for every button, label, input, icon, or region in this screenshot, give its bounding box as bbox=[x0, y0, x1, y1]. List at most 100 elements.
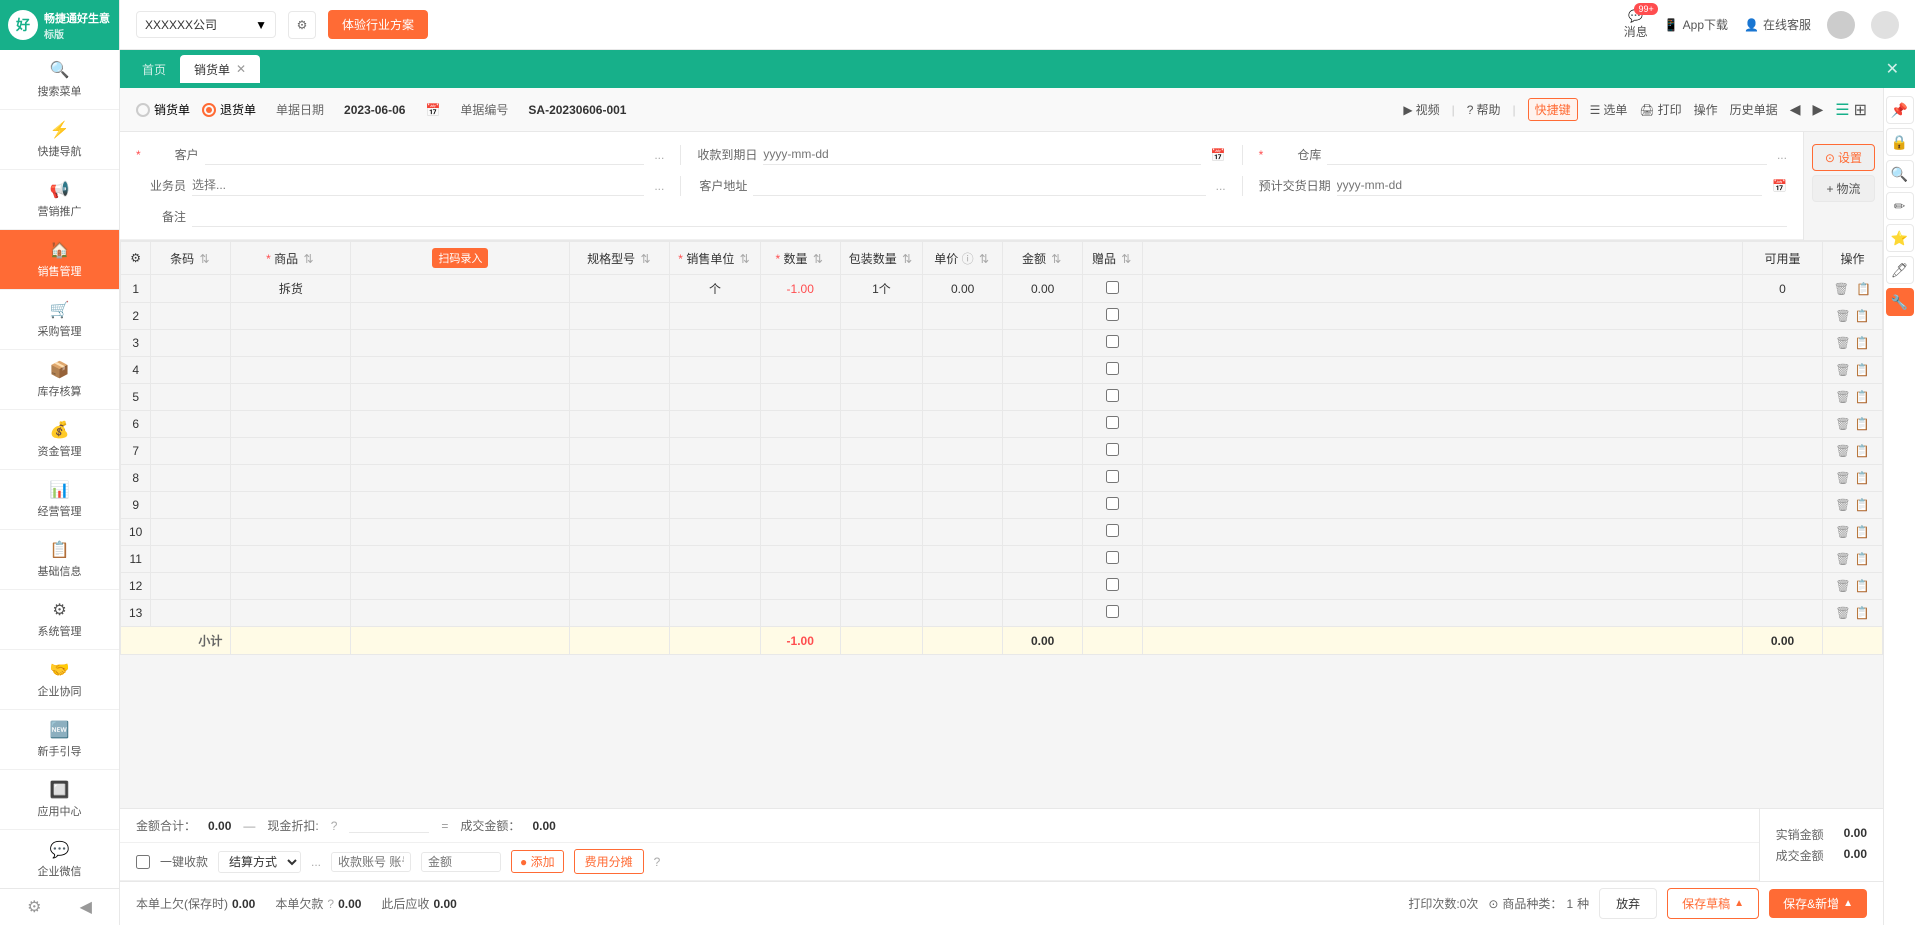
float-btn-search[interactable]: 🔍 bbox=[1886, 160, 1914, 188]
th-settings[interactable]: ⚙ bbox=[121, 242, 151, 275]
sidebar-item-system[interactable]: ⚙ 系统管理 bbox=[0, 590, 119, 650]
addr-dots[interactable]: ... bbox=[1216, 179, 1226, 193]
salesperson-input[interactable] bbox=[192, 175, 644, 196]
sidebar-item-finance[interactable]: 💰 资金管理 bbox=[0, 410, 119, 470]
payment-account-input[interactable] bbox=[331, 852, 411, 872]
float-btn-star[interactable]: ⭐ bbox=[1886, 224, 1914, 252]
sidebar-item-quick-nav[interactable]: ⚡ 快捷导航 bbox=[0, 110, 119, 170]
float-btn-tool[interactable]: 🔧 bbox=[1886, 288, 1914, 316]
delete-icon[interactable]: 🗑 bbox=[1835, 471, 1850, 485]
row-spec[interactable] bbox=[570, 275, 670, 303]
gift-checkbox[interactable] bbox=[1106, 551, 1119, 564]
save-new-btn[interactable]: 保存&新增 ▲ bbox=[1769, 889, 1867, 918]
copy-icon[interactable]: 📋 bbox=[1855, 525, 1870, 539]
next-arrow[interactable]: ▶ bbox=[1812, 101, 1823, 118]
salesperson-dots[interactable]: ... bbox=[654, 179, 664, 193]
delete-icon[interactable]: 🗑 bbox=[1835, 390, 1850, 404]
video-btn[interactable]: ▶ 视频 bbox=[1403, 101, 1439, 118]
window-close-btn[interactable]: ✕ bbox=[1878, 55, 1907, 83]
delete-icon[interactable]: 🗑 bbox=[1835, 525, 1850, 539]
warehouse-input[interactable]: 建材仓 bbox=[1327, 144, 1767, 165]
app-download-btn[interactable]: 📱 App下载 bbox=[1664, 16, 1728, 33]
copy-icon[interactable]: 📋 bbox=[1855, 552, 1870, 566]
settings-btn[interactable]: ⊙ 设置 bbox=[1812, 144, 1875, 171]
gift-checkbox[interactable] bbox=[1106, 524, 1119, 537]
gift-checkbox[interactable] bbox=[1106, 416, 1119, 429]
row-barcode[interactable] bbox=[151, 275, 231, 303]
sidebar-collapse-btn[interactable]: ◀ bbox=[80, 897, 92, 917]
payment-method-select[interactable]: 结算方式 bbox=[218, 851, 301, 873]
float-btn-lock[interactable]: 🔒 bbox=[1886, 128, 1914, 156]
user-avatar[interactable] bbox=[1827, 11, 1855, 39]
delete-icon[interactable]: 🗑 bbox=[1835, 606, 1850, 620]
delete-icon[interactable]: 🗑 bbox=[1835, 336, 1850, 350]
row-qty[interactable]: -1.00 bbox=[760, 275, 840, 303]
sidebar-item-search[interactable]: 🔍 搜索菜单 bbox=[0, 50, 119, 110]
user-avatar-2[interactable] bbox=[1871, 11, 1899, 39]
sort-spec[interactable]: ⇅ bbox=[640, 252, 650, 266]
goods-type[interactable]: ⊙ 商品种类： 1 种 bbox=[1488, 895, 1589, 912]
sort-barcode[interactable]: ⇅ bbox=[200, 252, 210, 266]
logistics-btn[interactable]: + 物流 bbox=[1812, 175, 1875, 202]
save-new-caret[interactable]: ▲ bbox=[1843, 898, 1853, 909]
row-qty[interactable] bbox=[760, 303, 840, 330]
gift-checkbox[interactable] bbox=[1106, 362, 1119, 375]
sort-pack[interactable]: ⇅ bbox=[902, 252, 912, 266]
row-unit[interactable] bbox=[670, 303, 760, 330]
row-price[interactable] bbox=[923, 303, 1003, 330]
price-info-icon[interactable]: ⓘ bbox=[962, 252, 974, 266]
tab-sales[interactable]: 销货单 ✕ bbox=[180, 55, 260, 83]
sidebar-item-inventory[interactable]: 📦 库存核算 bbox=[0, 350, 119, 410]
copy-icon[interactable]: 📋 bbox=[1855, 606, 1870, 620]
sidebar-item-guide[interactable]: 🆕 新手引导 bbox=[0, 710, 119, 770]
float-btn-pin[interactable]: 📌 bbox=[1886, 96, 1914, 124]
row-pack[interactable]: 1个 bbox=[840, 275, 922, 303]
sidebar-item-purchase[interactable]: 🛒 采购管理 bbox=[0, 290, 119, 350]
gift-checkbox[interactable] bbox=[1106, 281, 1119, 294]
radio-return[interactable]: 退货单 bbox=[202, 101, 256, 118]
sidebar-item-wechat[interactable]: 💬 企业微信 bbox=[0, 830, 119, 888]
gift-checkbox[interactable] bbox=[1106, 389, 1119, 402]
row-barcode[interactable] bbox=[151, 303, 231, 330]
sort-qty[interactable]: ⇅ bbox=[813, 252, 823, 266]
copy-icon[interactable]: 📋 bbox=[1855, 390, 1870, 404]
copy-icon[interactable]: 📋 bbox=[1855, 417, 1870, 431]
shortcut-btn[interactable]: 快捷键 bbox=[1528, 98, 1578, 121]
sidebar-item-enterprise[interactable]: 🤝 企业协同 bbox=[0, 650, 119, 710]
copy-icon[interactable]: 📋 bbox=[1855, 471, 1870, 485]
sidebar-item-basic[interactable]: 📋 基础信息 bbox=[0, 530, 119, 590]
sidebar-item-apps[interactable]: 🔲 应用中心 bbox=[0, 770, 119, 830]
list-view-icon[interactable]: ☰ bbox=[1835, 100, 1849, 120]
delete-icon[interactable]: 🗑 bbox=[1835, 309, 1850, 323]
sort-gift[interactable]: ⇅ bbox=[1121, 252, 1131, 266]
sidebar-item-sales[interactable]: 🏠 销售管理 bbox=[0, 230, 119, 290]
print-btn[interactable]: 🖨 打印 bbox=[1639, 101, 1681, 118]
discount-help-icon[interactable]: ? bbox=[331, 819, 338, 833]
discount-input[interactable] bbox=[349, 818, 429, 833]
customer-input[interactable] bbox=[205, 144, 645, 165]
sort-price[interactable]: ⇅ bbox=[979, 252, 989, 266]
calendar-icon[interactable]: 📅 bbox=[425, 103, 440, 117]
delete-icon[interactable]: 🗑 bbox=[1835, 417, 1850, 431]
prev-arrow[interactable]: ◀ bbox=[1790, 101, 1801, 118]
sort-product[interactable]: ⇅ bbox=[304, 252, 314, 266]
arrears-help-icon[interactable]: ? bbox=[327, 897, 334, 911]
add-payment-btn[interactable]: ● 添加 bbox=[511, 850, 564, 873]
topbar-settings-btn[interactable]: ⚙ bbox=[288, 11, 316, 39]
gift-checkbox[interactable] bbox=[1106, 605, 1119, 618]
company-selector[interactable]: XXXXXX公司 ▼ bbox=[136, 11, 276, 38]
one-click-checkbox[interactable] bbox=[136, 855, 150, 869]
copy-icon[interactable]: 📋 bbox=[1855, 336, 1870, 350]
method-dots[interactable]: ... bbox=[311, 855, 321, 869]
row-product[interactable] bbox=[231, 303, 351, 330]
copy-icon[interactable]: 📋 bbox=[1855, 579, 1870, 593]
row-amount[interactable] bbox=[1003, 303, 1083, 330]
delete-icon[interactable]: 🗑 bbox=[1835, 498, 1850, 512]
gift-checkbox[interactable] bbox=[1106, 443, 1119, 456]
gift-checkbox[interactable] bbox=[1106, 308, 1119, 321]
row-pack[interactable] bbox=[840, 303, 922, 330]
tab-home[interactable]: 首页 bbox=[128, 55, 180, 83]
trial-btn[interactable]: 体验行业方案 bbox=[328, 10, 428, 39]
scan-btn[interactable]: 扫码录入 bbox=[432, 248, 488, 268]
gift-checkbox[interactable] bbox=[1106, 497, 1119, 510]
